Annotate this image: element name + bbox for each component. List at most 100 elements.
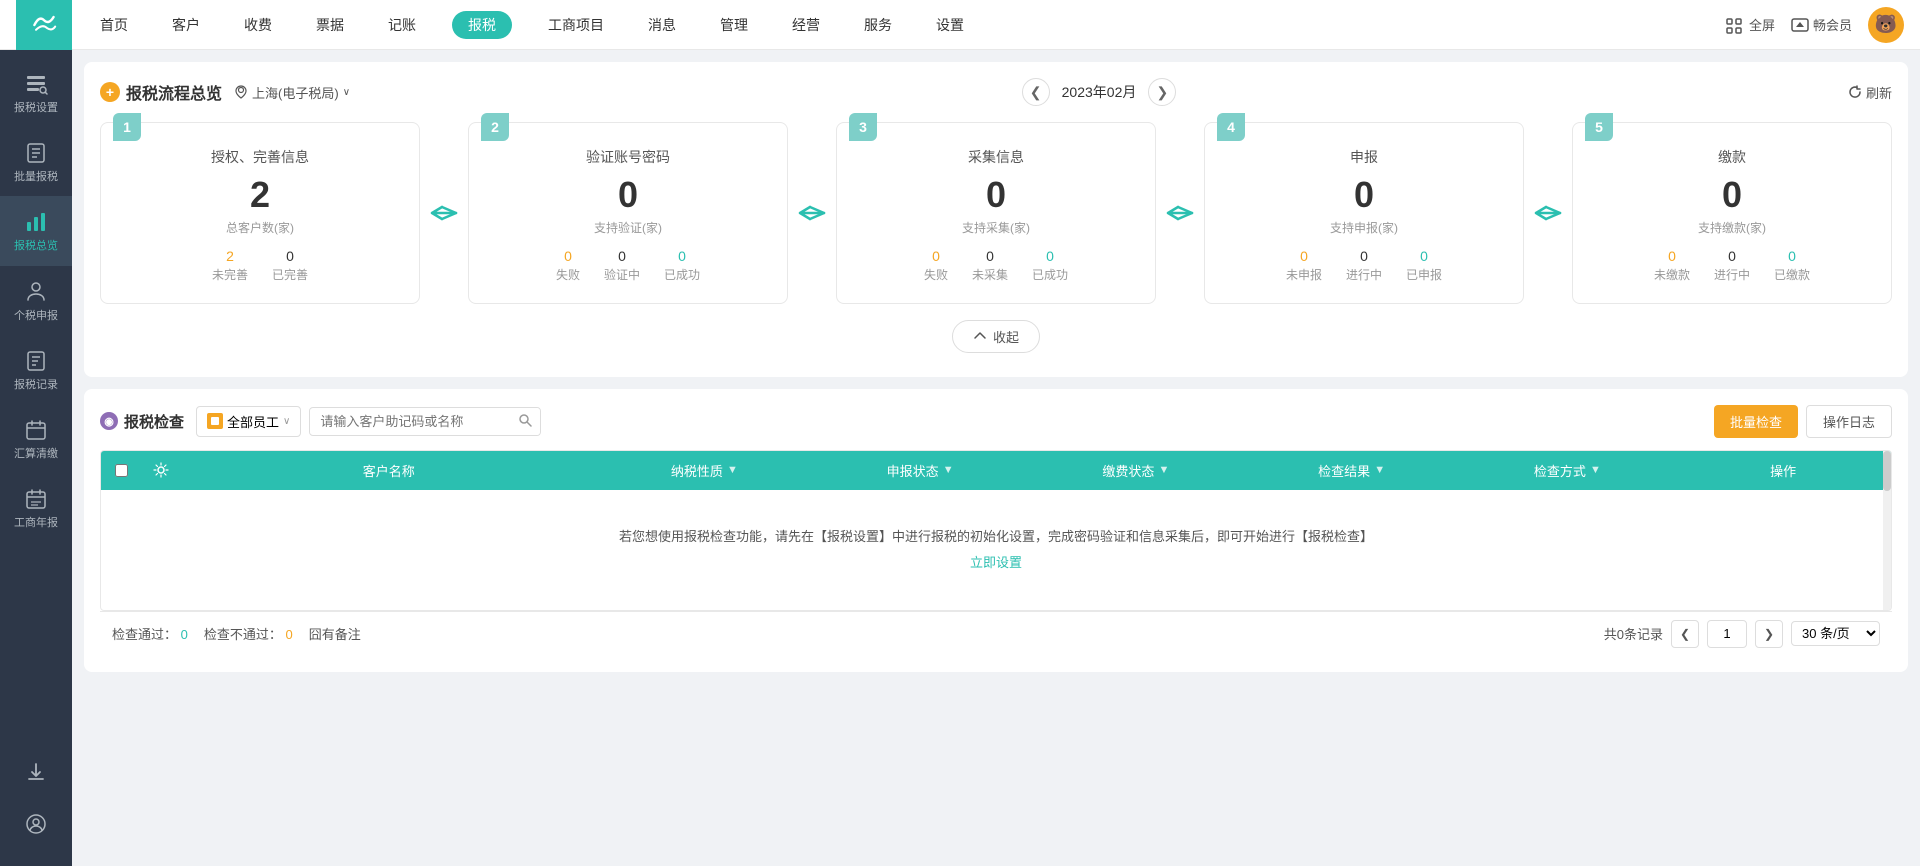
plus-icon: + [100, 82, 120, 102]
fail-count-label: 检查不通过： 0 [204, 624, 293, 643]
step-4-card: 4 申报 0 支持申报(家) 0 未申报 0 进行中 [1204, 122, 1524, 304]
staff-filter-select[interactable]: 全部员工 ∨ [196, 406, 301, 437]
process-steps: 1 授权、完善信息 2 总客户数(家) 2 未完善 0 已完善 [100, 122, 1892, 304]
sidebar-label-personal-tax: 个税申报 [14, 310, 58, 323]
sidebar-profile[interactable] [0, 798, 72, 850]
nav-message[interactable]: 消息 [640, 11, 684, 39]
nav-items: 首页 客户 收费 票据 记账 报税 工商项目 消息 管理 经营 服务 设置 [92, 11, 1726, 39]
filter-icon-4: ▼ [1374, 464, 1385, 476]
nav-manage[interactable]: 管理 [712, 11, 756, 39]
step-2-card: 2 验证账号密码 0 支持验证(家) 0 失败 0 验证中 [468, 122, 788, 304]
sidebar: 报税设置 批量报税 报税总览 [0, 50, 72, 866]
collapse-btn[interactable]: 收起 [952, 320, 1040, 353]
step-3-card: 3 采集信息 0 支持采集(家) 0 失败 0 未采集 [836, 122, 1156, 304]
nav-fee[interactable]: 收费 [236, 11, 280, 39]
empty-message: 若您想使用报税检查功能，请先在【报税设置】中进行报税的初始化设置，完成密码验证和… [589, 494, 1403, 606]
sidebar-bottom [0, 746, 72, 866]
th-declare-status[interactable]: 申报状态 ▼ [812, 451, 1028, 490]
select-all-checkbox[interactable] [115, 464, 128, 477]
next-page-btn[interactable]: ❯ [1755, 620, 1783, 648]
nav-settings[interactable]: 设置 [928, 11, 972, 39]
prev-month-btn[interactable]: ❮ [1022, 78, 1050, 106]
process-overview-card: + 报税流程总览 上海(电子税局) ∨ ❮ 2023年02月 ❯ [84, 62, 1908, 377]
step-1-card: 1 授权、完善信息 2 总客户数(家) 2 未完善 0 已完善 [100, 122, 420, 304]
nav-invoice[interactable]: 票据 [308, 11, 352, 39]
sidebar-item-tax-settings[interactable]: 报税设置 [0, 58, 72, 127]
step-2-stats: 0 失败 0 验证中 0 已成功 [485, 248, 771, 283]
avatar[interactable]: 🐻 [1868, 7, 1904, 43]
fullscreen-btn[interactable]: 全屏 [1726, 15, 1775, 35]
location-badge[interactable]: 上海(电子税局) ∨ [234, 83, 350, 102]
pass-count-label: 检查通过： 0 [112, 624, 188, 643]
sidebar-item-annual-report[interactable]: 工商年报 [0, 473, 72, 542]
step-5-title: 缴款 [1589, 147, 1875, 167]
step-5-stat-2: 0 进行中 [1714, 248, 1750, 283]
step-5-stats: 0 未缴款 0 进行中 0 已缴款 [1589, 248, 1875, 283]
sidebar-download[interactable] [0, 746, 72, 798]
setup-link[interactable]: 立即设置 [970, 555, 1022, 570]
nav-home[interactable]: 首页 [92, 11, 136, 39]
step-4-count: 0 [1221, 175, 1507, 215]
sidebar-label-annual-report: 工商年报 [14, 517, 58, 530]
th-tax-nature[interactable]: 纳税性质 ▼ [597, 451, 813, 490]
step-2-title: 验证账号密码 [485, 147, 771, 167]
top-navigation: 首页 客户 收费 票据 记账 报税 工商项目 消息 管理 经营 服务 设置 全屏 [0, 0, 1920, 50]
fail-count[interactable]: 0 [286, 627, 293, 642]
search-button[interactable] [510, 408, 540, 435]
sidebar-label-batch-tax: 批量报税 [14, 171, 58, 184]
vip-btn[interactable]: 畅会员 [1791, 15, 1852, 34]
th-check-result[interactable]: 检查结果 ▼ [1244, 451, 1460, 490]
sidebar-label-tax-settings: 报税设置 [14, 102, 58, 115]
nav-customer[interactable]: 客户 [164, 11, 208, 39]
th-settings[interactable] [141, 451, 181, 490]
next-month-btn[interactable]: ❯ [1148, 78, 1176, 106]
sidebar-item-tax-overview[interactable]: 报税总览 [0, 196, 72, 265]
step-3-number: 3 [849, 113, 877, 141]
nav-accounting[interactable]: 记账 [380, 11, 424, 39]
nav-tax[interactable]: 报税 [452, 11, 512, 39]
step-1-desc: 总客户数(家) [117, 219, 403, 236]
th-pay-status[interactable]: 缴费状态 ▼ [1028, 451, 1244, 490]
refresh-btn[interactable]: 刷新 [1848, 83, 1892, 102]
th-check-method[interactable]: 检查方式 ▼ [1460, 451, 1676, 490]
dropdown-arrow: ∨ [283, 416, 290, 427]
sidebar-item-annual-settlement[interactable]: 汇算清缴 [0, 404, 72, 473]
profile-icon [22, 810, 50, 838]
collapse-icon [973, 331, 987, 341]
batch-check-btn[interactable]: 批量检查 [1714, 405, 1798, 438]
nav-operation[interactable]: 经营 [784, 11, 828, 39]
step-5-stat-1: 0 未缴款 [1654, 248, 1690, 283]
annual-report-icon [22, 485, 50, 513]
tax-records-icon [22, 347, 50, 375]
scroll-thumb[interactable] [1883, 451, 1891, 491]
step-3-stats: 0 失败 0 未采集 0 已成功 [853, 248, 1139, 283]
sidebar-label-annual-settlement: 汇算清缴 [14, 448, 58, 461]
operation-log-btn[interactable]: 操作日志 [1806, 405, 1892, 438]
th-checkbox[interactable] [101, 451, 141, 490]
search-input[interactable] [310, 409, 510, 434]
step-1-count: 2 [117, 175, 403, 215]
step-3-title: 采集信息 [853, 147, 1139, 167]
process-overview-header: + 报税流程总览 上海(电子税局) ∨ ❮ 2023年02月 ❯ [100, 78, 1892, 106]
scroll-track[interactable] [1883, 451, 1891, 610]
step-5-stat-3: 0 已缴款 [1774, 248, 1810, 283]
sidebar-item-personal-tax[interactable]: 个税申报 [0, 266, 72, 335]
arrow-4-5 [1524, 122, 1572, 304]
step-5-card: 5 缴款 0 支持缴款(家) 0 未缴款 0 进行中 [1572, 122, 1892, 304]
total-records: 共0条记录 [1604, 624, 1663, 643]
page-size-select[interactable]: 30 条/页 50 条/页 100 条/页 [1791, 621, 1880, 646]
step-2-count: 0 [485, 175, 771, 215]
nav-business[interactable]: 工商项目 [540, 11, 612, 39]
nav-service[interactable]: 服务 [856, 11, 900, 39]
step-5-count: 0 [1589, 175, 1875, 215]
remark-label: 囧有备注 [309, 624, 361, 643]
page-input[interactable] [1707, 620, 1747, 648]
step-2-stat-3: 0 已成功 [664, 248, 700, 283]
sidebar-item-tax-records[interactable]: 报税记录 [0, 335, 72, 404]
month-navigation: ❮ 2023年02月 ❯ [1022, 78, 1177, 106]
pass-count[interactable]: 0 [181, 627, 188, 642]
prev-page-btn[interactable]: ❮ [1671, 620, 1699, 648]
sidebar-item-batch-tax[interactable]: 批量报税 [0, 127, 72, 196]
search-icon [518, 413, 532, 427]
sidebar-label-tax-records: 报税记录 [14, 379, 58, 392]
